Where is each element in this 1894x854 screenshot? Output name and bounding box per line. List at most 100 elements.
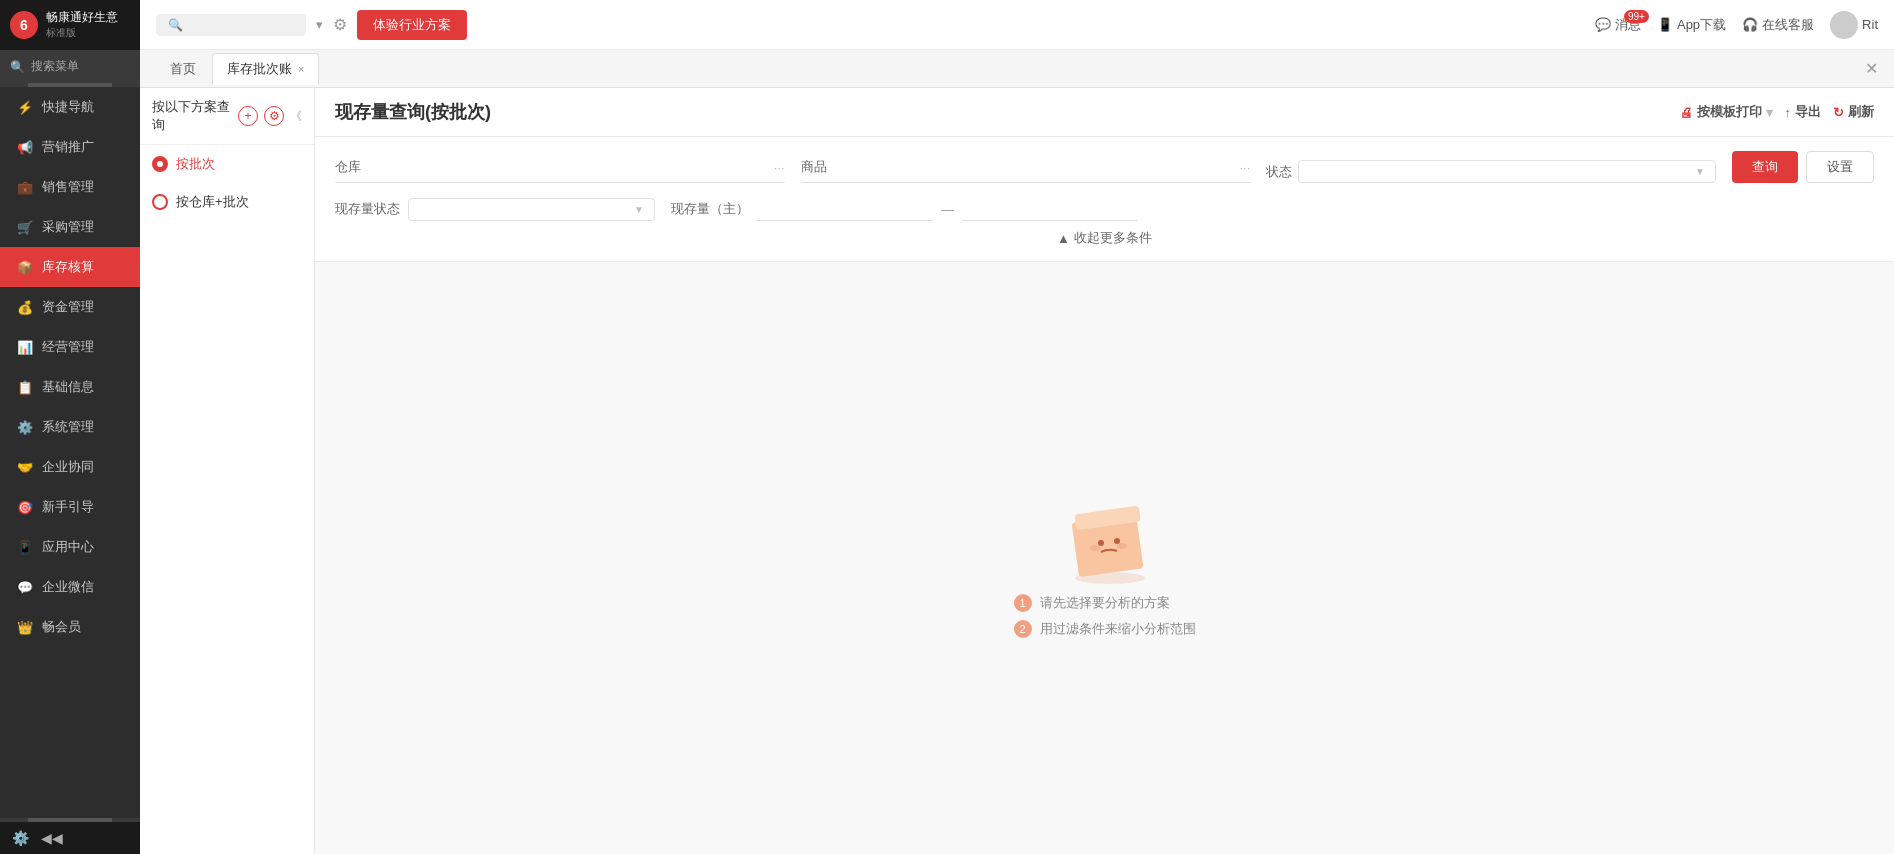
- tabbar-close-all-icon[interactable]: ✕: [1865, 59, 1878, 78]
- qty-max-input[interactable]: [962, 197, 1138, 221]
- tab-inventory-label: 库存批次账: [227, 60, 292, 78]
- sidebar-item-inventory[interactable]: 📦 库存核算: [0, 247, 140, 287]
- left-panel-title: 按以下方案查询: [152, 98, 238, 134]
- messages-action[interactable]: 💬 消息 99+: [1595, 16, 1641, 34]
- purchase-icon: 🛒: [16, 218, 34, 236]
- operation-icon: 📊: [16, 338, 34, 356]
- system-icon: ⚙️: [16, 418, 34, 436]
- content-area: 按以下方案查询 + ⚙ 《 按批次 按仓库+批次: [140, 88, 1894, 854]
- sidebar-item-apps[interactable]: 📱 应用中心: [0, 527, 140, 567]
- hint-num-1: 1: [1014, 594, 1032, 612]
- sidebar-item-label: 资金管理: [42, 298, 94, 316]
- empty-svg: [1055, 478, 1165, 588]
- scheme-dot-empty: [152, 194, 168, 210]
- page-title-text: 现存量查询(按批次): [335, 100, 491, 124]
- scheme-item-batch[interactable]: 按批次: [140, 145, 314, 183]
- messages-icon: 💬: [1595, 17, 1611, 32]
- topbar-search-box[interactable]: 🔍: [156, 14, 306, 36]
- add-scheme-btn[interactable]: +: [238, 106, 258, 126]
- sidebar-item-system[interactable]: ⚙️ 系统管理: [0, 407, 140, 447]
- quick-nav-icon: ⚡: [16, 98, 34, 116]
- print-btn[interactable]: 🖨 按模板打印 ▾: [1680, 103, 1773, 121]
- status-select[interactable]: ▼: [1298, 160, 1716, 183]
- sidebar-item-basic[interactable]: 📋 基础信息: [0, 367, 140, 407]
- export-label: 导出: [1795, 103, 1821, 121]
- sidebar-item-guide[interactable]: 🎯 新手引导: [0, 487, 140, 527]
- settings-bottom-icon[interactable]: ⚙️: [12, 830, 29, 846]
- svg-point-4: [1114, 538, 1120, 544]
- sidebar-item-enterprise[interactable]: 🤝 企业协同: [0, 447, 140, 487]
- member-icon: 👑: [16, 618, 34, 636]
- finance-icon: 💰: [16, 298, 34, 316]
- qty-min-input[interactable]: [757, 197, 933, 221]
- query-button[interactable]: 查询: [1732, 151, 1798, 183]
- right-panel: 现存量查询(按批次) 🖨 按模板打印 ▾ ↑ 导出 ↻ 刷新: [315, 88, 1894, 854]
- sidebar-item-label: 企业协同: [42, 458, 94, 476]
- app-logo: 6: [10, 11, 38, 39]
- sidebar-item-label: 新手引导: [42, 498, 94, 516]
- topbar-gear-icon[interactable]: ⚙: [333, 15, 347, 34]
- service-icon: 🎧: [1742, 17, 1758, 32]
- sidebar-item-finance[interactable]: 💰 资金管理: [0, 287, 140, 327]
- scheme-settings-btn[interactable]: ⚙: [264, 106, 284, 126]
- page-title-actions: 🖨 按模板打印 ▾ ↑ 导出 ↻ 刷新: [1680, 103, 1875, 121]
- apps-icon: 📱: [16, 538, 34, 556]
- collapse-more-btn[interactable]: ▲ 收起更多条件: [335, 229, 1874, 247]
- user-name: Rit: [1862, 17, 1878, 32]
- filter-area: 仓库 ··· 商品 ··· 状态 ▼: [315, 137, 1894, 262]
- warehouse-input[interactable]: [369, 160, 774, 175]
- sidebar-item-marketing[interactable]: 📢 营销推广: [0, 127, 140, 167]
- tabbar: 首页 库存批次账 × ✕: [140, 50, 1894, 88]
- sidebar-item-operation[interactable]: 📊 经营管理: [0, 327, 140, 367]
- sidebar-item-sales[interactable]: 💼 销售管理: [0, 167, 140, 207]
- refresh-icon: ↻: [1833, 105, 1844, 120]
- guide-icon: 🎯: [16, 498, 34, 516]
- topbar-chevron-icon[interactable]: ▾: [316, 17, 323, 32]
- app-download-action[interactable]: 📱 App下载: [1657, 16, 1726, 34]
- left-panel: 按以下方案查询 + ⚙ 《 按批次 按仓库+批次: [140, 88, 315, 854]
- empty-hint-2: 2 用过滤条件来缩小分析范围: [1014, 620, 1196, 638]
- experience-btn[interactable]: 体验行业方案: [357, 10, 467, 40]
- sidebar-item-quick-nav[interactable]: ⚡ 快捷导航: [0, 87, 140, 127]
- page-header: 现存量查询(按批次) 🖨 按模板打印 ▾ ↑ 导出 ↻ 刷新: [315, 88, 1894, 137]
- tab-inventory-batch[interactable]: 库存批次账 ×: [212, 53, 319, 85]
- sidebar-item-label: 销售管理: [42, 178, 94, 196]
- version-label: 标准版: [46, 26, 118, 40]
- inventory-status-select[interactable]: ▼: [408, 198, 655, 221]
- empty-hint-1: 1 请先选择要分析的方案: [1014, 594, 1196, 612]
- sidebar-search[interactable]: 🔍 搜索菜单: [0, 50, 140, 83]
- empty-illustration: [1055, 478, 1155, 578]
- refresh-btn[interactable]: ↻ 刷新: [1833, 103, 1874, 121]
- scheme-item-warehouse-batch[interactable]: 按仓库+批次: [140, 183, 314, 221]
- collapse-sidebar-icon[interactable]: ◀◀: [41, 830, 63, 846]
- scheme-dot-filled: [152, 156, 168, 172]
- sidebar-item-label: 基础信息: [42, 378, 94, 396]
- left-panel-header: 按以下方案查询 + ⚙ 《: [140, 88, 314, 145]
- user-profile[interactable]: Rit: [1830, 11, 1878, 39]
- sidebar-item-member[interactable]: 👑 畅会员: [0, 607, 140, 647]
- online-service-action[interactable]: 🎧 在线客服: [1742, 16, 1814, 34]
- settings-button[interactable]: 设置: [1806, 151, 1874, 183]
- sidebar-item-label: 畅会员: [42, 618, 81, 636]
- tab-close-icon[interactable]: ×: [298, 63, 304, 75]
- warehouse-dots[interactable]: ···: [774, 160, 785, 175]
- tab-home[interactable]: 首页: [156, 54, 210, 84]
- app-download-label: App下载: [1677, 16, 1726, 34]
- product-input[interactable]: [835, 160, 1240, 175]
- collapse-label: 收起更多条件: [1074, 229, 1152, 247]
- sidebar-bottom: ⚙️ ◀◀: [0, 822, 140, 854]
- sidebar-item-label: 快捷导航: [42, 98, 94, 116]
- svg-point-3: [1098, 540, 1104, 546]
- sidebar-item-wechat[interactable]: 💬 企业微信: [0, 567, 140, 607]
- collapse-panel-icon[interactable]: 《: [290, 108, 302, 125]
- scheme-item-label: 按仓库+批次: [176, 193, 249, 211]
- left-panel-actions: + ⚙ 《: [238, 106, 302, 126]
- sidebar-item-label: 经营管理: [42, 338, 94, 356]
- empty-state: 1 请先选择要分析的方案 2 用过滤条件来缩小分析范围: [315, 262, 1894, 854]
- sidebar-item-purchase[interactable]: 🛒 采购管理: [0, 207, 140, 247]
- svg-point-6: [1117, 543, 1127, 549]
- hint-text-1: 请先选择要分析的方案: [1040, 594, 1170, 612]
- export-btn[interactable]: ↑ 导出: [1785, 103, 1822, 121]
- svg-point-5: [1090, 545, 1100, 551]
- product-dots[interactable]: ···: [1240, 160, 1251, 175]
